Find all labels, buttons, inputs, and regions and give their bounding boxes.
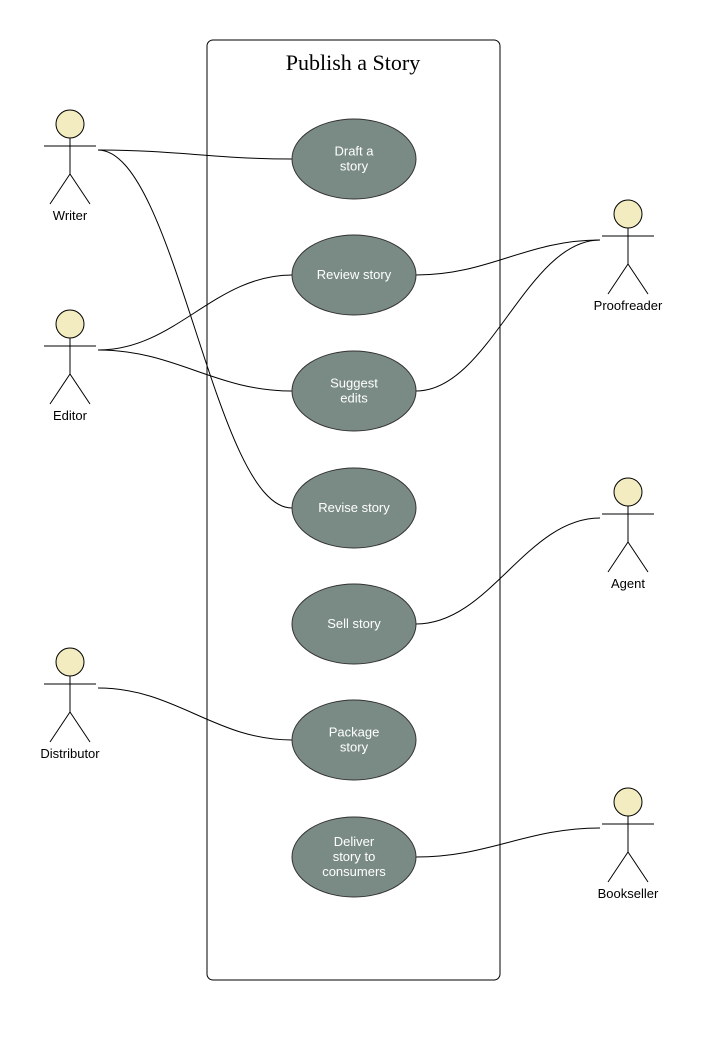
actor-label: Writer: [53, 208, 88, 223]
actor-head-icon: [614, 788, 642, 816]
actor-head-icon: [56, 310, 84, 338]
association: [416, 240, 600, 391]
actor-actor-bookseller: Bookseller: [598, 788, 659, 901]
usecase-label: story: [340, 159, 369, 174]
actor-head-icon: [56, 648, 84, 676]
association: [416, 240, 600, 275]
actor-head-icon: [614, 200, 642, 228]
usecase-uc-suggest: Suggestedits: [292, 351, 416, 431]
actor-actor-distributor: Distributor: [40, 648, 100, 761]
association: [98, 688, 292, 740]
association: [98, 150, 292, 159]
actor-actor-agent: Agent: [602, 478, 654, 591]
actor-label: Agent: [611, 576, 645, 591]
usecase-label: edits: [340, 391, 368, 406]
usecase-label: Review story: [317, 267, 392, 282]
usecase-uc-package: Packagestory: [292, 700, 416, 780]
actor-actor-editor: Editor: [44, 310, 96, 423]
actor-label: Editor: [53, 408, 88, 423]
actor-body-icon: [602, 228, 654, 294]
association: [98, 350, 292, 391]
usecase-uc-revise: Revise story: [292, 468, 416, 548]
usecase-label: Draft a: [334, 144, 374, 159]
association: [98, 150, 292, 508]
usecase-layer: Draft astoryReview storySuggesteditsRevi…: [292, 119, 416, 897]
usecase-label: story to: [333, 849, 376, 864]
usecase-uc-draft: Draft astory: [292, 119, 416, 199]
actor-body-icon: [602, 816, 654, 882]
actor-body-icon: [44, 676, 96, 742]
association: [98, 275, 292, 350]
usecase-uc-deliver: Deliverstory toconsumers: [292, 817, 416, 897]
association: [416, 518, 600, 624]
association: [416, 828, 600, 857]
system-title: Publish a Story: [286, 50, 420, 75]
usecase-uc-review: Review story: [292, 235, 416, 315]
actor-body-icon: [44, 138, 96, 204]
usecase-uc-sell: Sell story: [292, 584, 416, 664]
actor-head-icon: [56, 110, 84, 138]
usecase-label: Suggest: [330, 376, 378, 391]
actor-label: Bookseller: [598, 886, 659, 901]
actor-label: Distributor: [40, 746, 100, 761]
actor-body-icon: [44, 338, 96, 404]
usecase-label: consumers: [322, 864, 386, 879]
use-case-diagram: Publish a Story Draft astoryReview story…: [0, 0, 707, 1051]
actor-actor-writer: Writer: [44, 110, 96, 223]
actor-body-icon: [602, 506, 654, 572]
actor-label: Proofreader: [594, 298, 663, 313]
usecase-label: Revise story: [318, 500, 390, 515]
usecase-label: Sell story: [327, 616, 381, 631]
usecase-label: story: [340, 740, 369, 755]
actor-head-icon: [614, 478, 642, 506]
actor-actor-proofreader: Proofreader: [594, 200, 663, 313]
usecase-label: Package: [329, 725, 380, 740]
usecase-label: Deliver: [334, 834, 375, 849]
